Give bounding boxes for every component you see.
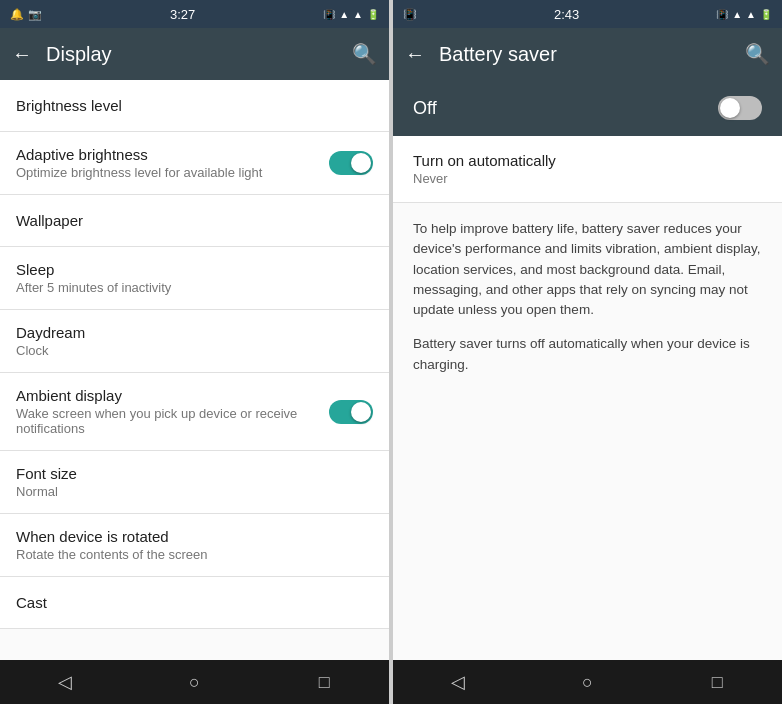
search-button-display[interactable]: 🔍 bbox=[352, 42, 377, 66]
battery-info-text2: Battery saver turns off automatically wh… bbox=[413, 334, 762, 375]
back-button-battery[interactable]: ← bbox=[405, 43, 425, 66]
daydream-row[interactable]: Daydream Clock bbox=[0, 310, 389, 373]
nav-home-right[interactable]: ○ bbox=[565, 660, 609, 704]
adaptive-brightness-row[interactable]: Adaptive brightness Optimize brightness … bbox=[0, 132, 389, 195]
battery-r-icon: 🔋 bbox=[760, 9, 772, 20]
battery-title: Battery saver bbox=[439, 43, 731, 66]
vibrate-r-icon: 📳 bbox=[716, 9, 728, 20]
status-bar-left: 🔔 📷 3:27 📳 ▲ ▲ 🔋 bbox=[0, 0, 389, 28]
back-button-display[interactable]: ← bbox=[12, 43, 32, 66]
battery-off-row[interactable]: Off bbox=[393, 80, 782, 136]
battery-auto-title: Turn on automatically bbox=[413, 152, 762, 169]
battery-content: Turn on automatically Never To help impr… bbox=[393, 136, 782, 660]
display-top-bar: ← Display 🔍 bbox=[0, 28, 389, 80]
ambient-title: Ambient display bbox=[16, 387, 317, 404]
ambient-toggle-knob bbox=[351, 402, 371, 422]
vibrate-icon-r: 📳 bbox=[403, 8, 417, 21]
daydream-title: Daydream bbox=[16, 324, 373, 341]
display-panel: 🔔 📷 3:27 📳 ▲ ▲ 🔋 ← Display 🔍 Brightness … bbox=[0, 0, 389, 704]
sleep-row[interactable]: Sleep After 5 minutes of inactivity bbox=[0, 247, 389, 310]
display-content: Brightness level Adaptive brightness Opt… bbox=[0, 80, 389, 660]
fontsize-subtitle: Normal bbox=[16, 484, 373, 499]
nav-bar-right: ◁ ○ □ bbox=[393, 660, 782, 704]
rotation-row[interactable]: When device is rotated Rotate the conten… bbox=[0, 514, 389, 577]
nav-back-right[interactable]: ◁ bbox=[436, 660, 480, 704]
signal-icon: ▲ bbox=[353, 9, 363, 20]
cast-row[interactable]: Cast bbox=[0, 577, 389, 629]
adaptive-title: Adaptive brightness bbox=[16, 146, 317, 163]
adaptive-toggle[interactable] bbox=[329, 151, 373, 175]
adaptive-toggle-knob bbox=[351, 153, 371, 173]
nav-recent-left[interactable]: □ bbox=[302, 660, 346, 704]
nav-bar-left: ◁ ○ □ bbox=[0, 660, 389, 704]
battery-info-text1: To help improve battery life, battery sa… bbox=[413, 219, 762, 320]
sim-icon: 📷 bbox=[28, 8, 42, 21]
battery-saver-panel: 📳 2:43 📳 ▲ ▲ 🔋 ← Battery saver 🔍 Off Tur… bbox=[393, 0, 782, 704]
search-button-battery[interactable]: 🔍 bbox=[745, 42, 770, 66]
rotation-subtitle: Rotate the contents of the screen bbox=[16, 547, 373, 562]
sleep-title: Sleep bbox=[16, 261, 373, 278]
brightness-title: Brightness level bbox=[16, 97, 373, 114]
adaptive-subtitle: Optimize brightness level for available … bbox=[16, 165, 317, 180]
battery-info: To help improve battery life, battery sa… bbox=[393, 203, 782, 405]
battery-toggle[interactable] bbox=[718, 96, 762, 120]
vibrate-icon: 📳 bbox=[323, 9, 335, 20]
status-bar-right: 📳 2:43 📳 ▲ ▲ 🔋 bbox=[393, 0, 782, 28]
ambient-subtitle: Wake screen when you pick up device or r… bbox=[16, 406, 317, 436]
wifi-r-icon: ▲ bbox=[732, 9, 742, 20]
cast-title: Cast bbox=[16, 594, 373, 611]
display-title: Display bbox=[46, 43, 338, 66]
battery-icon: 🔋 bbox=[367, 9, 379, 20]
nav-recent-right[interactable]: □ bbox=[695, 660, 739, 704]
status-bar-right-right-icons: 📳 ▲ ▲ 🔋 bbox=[716, 9, 772, 20]
status-bar-right-icons: 📳 ▲ ▲ 🔋 bbox=[323, 9, 379, 20]
battery-top-bar: ← Battery saver 🔍 bbox=[393, 28, 782, 80]
wallpaper-title: Wallpaper bbox=[16, 212, 373, 229]
rotation-title: When device is rotated bbox=[16, 528, 373, 545]
daydream-subtitle: Clock bbox=[16, 343, 373, 358]
battery-toggle-knob bbox=[720, 98, 740, 118]
battery-auto-row[interactable]: Turn on automatically Never bbox=[393, 136, 782, 203]
battery-auto-subtitle: Never bbox=[413, 171, 762, 186]
notification-icon: 🔔 bbox=[10, 8, 24, 21]
signal-r-icon: ▲ bbox=[746, 9, 756, 20]
battery-off-label: Off bbox=[413, 98, 437, 119]
fontsize-row[interactable]: Font size Normal bbox=[0, 451, 389, 514]
ambient-row[interactable]: Ambient display Wake screen when you pic… bbox=[0, 373, 389, 451]
fontsize-title: Font size bbox=[16, 465, 373, 482]
nav-home-left[interactable]: ○ bbox=[172, 660, 216, 704]
nav-back-left[interactable]: ◁ bbox=[43, 660, 87, 704]
wallpaper-row[interactable]: Wallpaper bbox=[0, 195, 389, 247]
status-bar-left-icons: 🔔 📷 bbox=[10, 8, 42, 21]
status-bar-right-left-icons: 📳 bbox=[403, 8, 417, 21]
ambient-toggle[interactable] bbox=[329, 400, 373, 424]
brightness-row[interactable]: Brightness level bbox=[0, 80, 389, 132]
wifi-icon: ▲ bbox=[339, 9, 349, 20]
status-time-right: 2:43 bbox=[554, 7, 579, 22]
status-time-left: 3:27 bbox=[170, 7, 195, 22]
sleep-subtitle: After 5 minutes of inactivity bbox=[16, 280, 373, 295]
